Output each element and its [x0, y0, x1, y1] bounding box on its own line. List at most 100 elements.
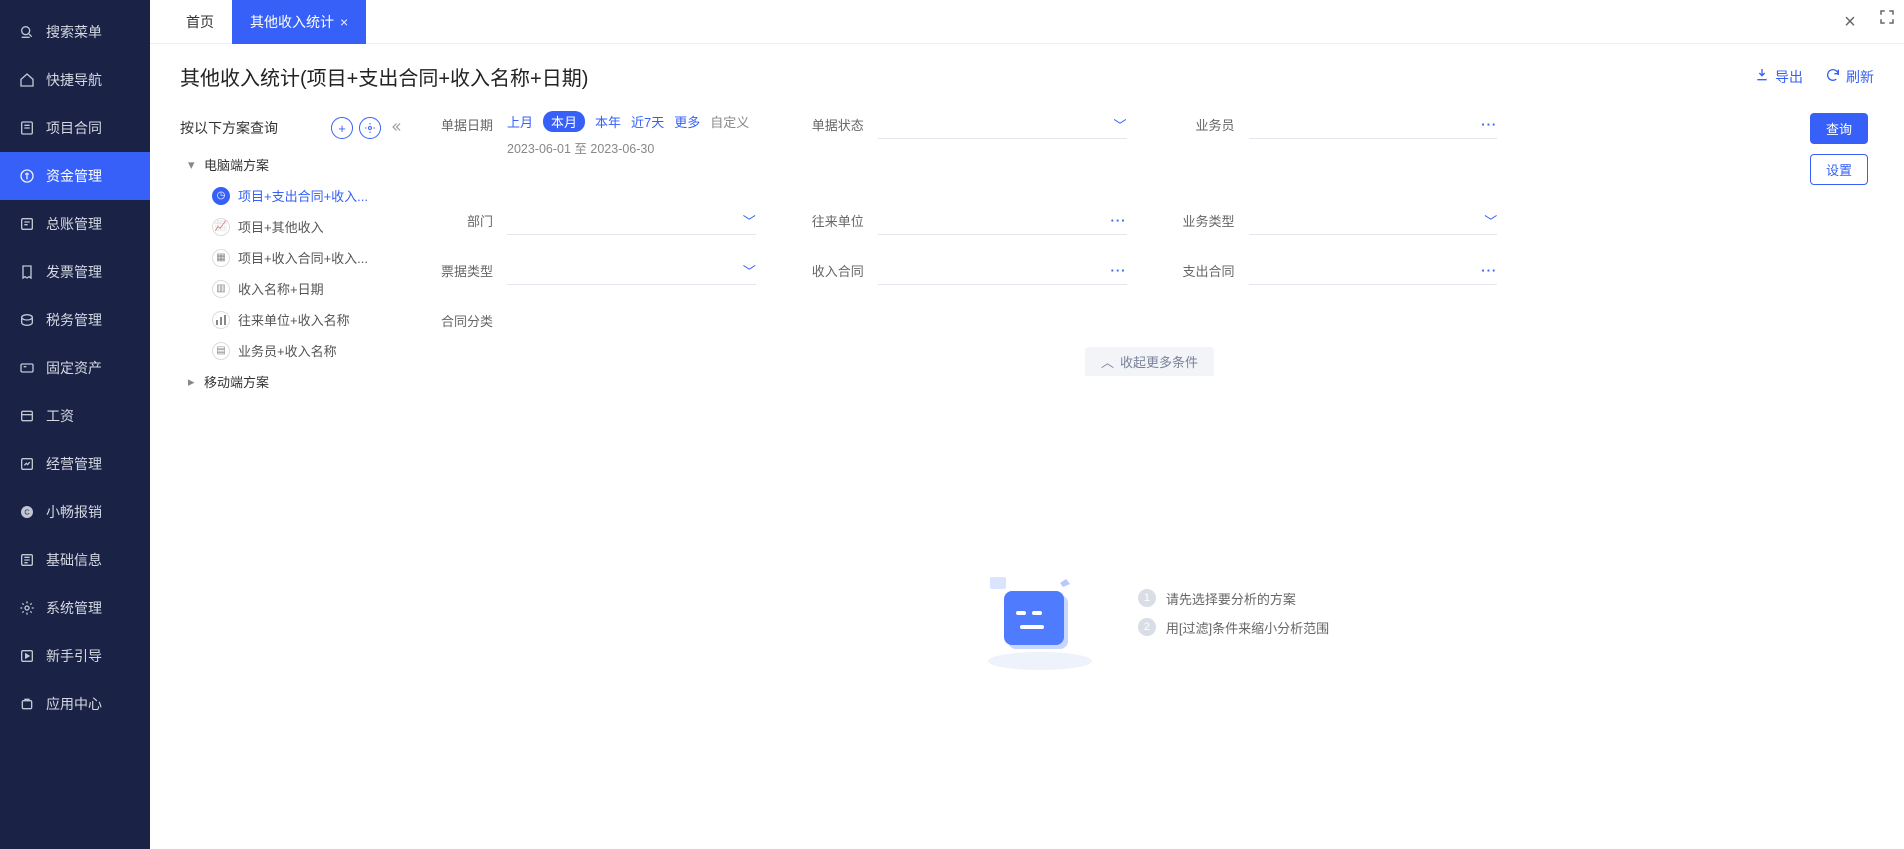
content: 按以下方案查询 + ▾ 电脑端方案 — [150, 105, 1904, 849]
date-opt-this-year[interactable]: 本年 — [595, 112, 621, 131]
tree-group-label: 移动端方案 — [204, 372, 269, 391]
biztype-select[interactable]: ﹀ — [1249, 207, 1498, 235]
sidebar-item-app-center[interactable]: 应用中心 — [0, 680, 150, 728]
sidebar-item-basic-info[interactable]: 基础信息 — [0, 536, 150, 584]
doctype-select[interactable]: ﹀ — [507, 257, 756, 285]
sidebar-item-label: 经营管理 — [46, 454, 102, 474]
close-all-tabs-button[interactable]: × — [1836, 8, 1864, 36]
tab-label: 其他收入统计 — [250, 12, 334, 32]
empty-step-2: 2 用[过滤]条件来缩小分析范围 — [1138, 618, 1329, 637]
salesman-select[interactable]: ··· — [1249, 111, 1498, 139]
date-opt-prev-month[interactable]: 上月 — [507, 112, 533, 131]
add-scheme-button[interactable]: + — [331, 117, 353, 139]
dept-select[interactable]: ﹀ — [507, 207, 756, 235]
tabs-bar: 首页 其他收入统计 × × — [150, 0, 1904, 44]
collapse-conditions-button[interactable]: ︿ 收起更多条件 — [1085, 347, 1214, 376]
page-header: 其他收入统计(项目+支出合同+收入名称+日期) 导出 刷新 — [150, 44, 1904, 105]
sidebar-item-salary[interactable]: 工资 — [0, 392, 150, 440]
sidebar-item-label: 小畅报销 — [46, 502, 102, 522]
sidebar-item-guide[interactable]: 新手引导 — [0, 632, 150, 680]
field-contract-class: 合同分类 — [431, 307, 756, 335]
page-actions: 导出 刷新 — [1754, 67, 1874, 87]
sidebar: 搜索菜单 快捷导航 项目合同 资金管理 总账管理 发票管理 税务管理 固定资产 — [0, 0, 150, 849]
refresh-button[interactable]: 刷新 — [1825, 67, 1874, 87]
sidebar-item-project-contract[interactable]: 项目合同 — [0, 104, 150, 152]
field-biztype: 业务类型 ﹀ — [1173, 207, 1498, 235]
tree-items-desktop: ◷ 项目+支出合同+收入... 📈 项目+其他收入 ▦ 项目+收入合同+收入..… — [180, 180, 405, 366]
sidebar-item-label: 新手引导 — [46, 646, 102, 666]
field-label: 票据类型 — [431, 257, 493, 280]
sidebar-item-tax[interactable]: 税务管理 — [0, 296, 150, 344]
tree-leaf-1[interactable]: 📈 项目+其他收入 — [206, 211, 405, 242]
income-contract-select[interactable]: ··· — [878, 257, 1127, 285]
app-center-icon — [18, 695, 36, 713]
chevron-up-icon: ︿ — [1101, 352, 1114, 371]
tree-leaf-0[interactable]: ◷ 项目+支出合同+收入... — [206, 180, 405, 211]
tree-leaf-3[interactable]: ▥ 收入名称+日期 — [206, 273, 405, 304]
field-label: 单据状态 — [802, 111, 864, 134]
scheme-tree: ▾ 电脑端方案 ◷ 项目+支出合同+收入... 📈 项目+其他收入 — [180, 149, 405, 397]
field-dept: 部门 ﹀ — [431, 207, 756, 235]
sidebar-item-search-menu[interactable]: 搜索菜单 — [0, 8, 150, 56]
sidebar-item-invoice[interactable]: 发票管理 — [0, 248, 150, 296]
query-button[interactable]: 查询 — [1810, 113, 1868, 144]
basic-info-icon — [18, 551, 36, 569]
sidebar-item-reimburse[interactable]: C 小畅报销 — [0, 488, 150, 536]
close-icon[interactable]: × — [340, 14, 348, 30]
settings-button[interactable]: 设置 — [1810, 154, 1868, 185]
step-text: 用[过滤]条件来缩小分析范围 — [1166, 618, 1329, 637]
tree-leaf-label: 收入名称+日期 — [238, 279, 324, 298]
tree-group-desktop[interactable]: ▾ 电脑端方案 — [180, 149, 405, 180]
reimburse-icon: C — [18, 503, 36, 521]
field-status: 单据状态 ﹀ — [802, 111, 1127, 139]
status-select[interactable]: ﹀ — [878, 111, 1127, 139]
page-title: 其他收入统计(项目+支出合同+收入名称+日期) — [180, 62, 588, 91]
tree-leaf-label: 项目+支出合同+收入... — [238, 186, 368, 205]
date-opt-more[interactable]: 更多 — [674, 112, 700, 131]
partner-select[interactable]: ··· — [878, 207, 1127, 235]
search-menu-icon — [18, 23, 36, 41]
contract-class-select[interactable] — [507, 307, 756, 335]
field-label: 部门 — [431, 207, 493, 230]
time-icon: ◷ — [212, 187, 230, 205]
sidebar-item-quicknav[interactable]: 快捷导航 — [0, 56, 150, 104]
tab-label: 首页 — [186, 12, 214, 32]
guide-icon — [18, 647, 36, 665]
field-doctype: 票据类型 ﹀ — [431, 257, 756, 285]
system-icon — [18, 599, 36, 617]
asset-icon — [18, 359, 36, 377]
expense-contract-select[interactable]: ··· — [1249, 257, 1498, 285]
field-label: 业务类型 — [1173, 207, 1235, 230]
tree-group-mobile[interactable]: ▸ 移动端方案 — [180, 366, 405, 397]
field-label: 业务员 — [1173, 111, 1235, 134]
fund-icon — [18, 167, 36, 185]
more-icon: ··· — [1481, 117, 1497, 132]
tab-other-income-stats[interactable]: 其他收入统计 × — [232, 0, 366, 44]
export-button[interactable]: 导出 — [1754, 67, 1803, 87]
project-contract-icon — [18, 119, 36, 137]
date-opt-custom[interactable]: 自定义 — [710, 112, 749, 131]
sidebar-item-ledger[interactable]: 总账管理 — [0, 200, 150, 248]
scheme-settings-button[interactable] — [359, 117, 381, 139]
tree-leaf-2[interactable]: ▦ 项目+收入合同+收入... — [206, 242, 405, 273]
chevron-down-icon: ﹀ — [743, 261, 756, 280]
chevron-down-icon: ﹀ — [1484, 211, 1497, 230]
sidebar-item-fund[interactable]: 资金管理 — [0, 152, 150, 200]
collapse-panel-button[interactable] — [387, 118, 405, 139]
tree-leaf-5[interactable]: ▤ 业务员+收入名称 — [206, 335, 405, 366]
sidebar-item-operation[interactable]: 经营管理 — [0, 440, 150, 488]
sidebar-item-system[interactable]: 系统管理 — [0, 584, 150, 632]
sidebar-item-label: 总账管理 — [46, 214, 102, 234]
fullscreen-icon[interactable] — [1878, 8, 1896, 26]
tree-leaf-label: 项目+收入合同+收入... — [238, 248, 368, 267]
empty-illustration — [970, 553, 1110, 673]
filters-wrap: 单据日期 上月 本月 本年 近7天 更多 自定义 2023-06-01 至 20… — [415, 105, 1884, 849]
caret-right-icon: ▸ — [188, 374, 198, 390]
date-opt-this-month[interactable]: 本月 — [543, 111, 585, 132]
tab-home[interactable]: 首页 — [168, 0, 232, 44]
date-opt-7days[interactable]: 近7天 — [631, 112, 664, 131]
sidebar-item-label: 税务管理 — [46, 310, 102, 330]
tree-leaf-4[interactable]: 往来单位+收入名称 — [206, 304, 405, 335]
field-date: 单据日期 上月 本月 本年 近7天 更多 自定义 2023-06-01 至 20… — [431, 111, 756, 157]
sidebar-item-asset[interactable]: 固定资产 — [0, 344, 150, 392]
